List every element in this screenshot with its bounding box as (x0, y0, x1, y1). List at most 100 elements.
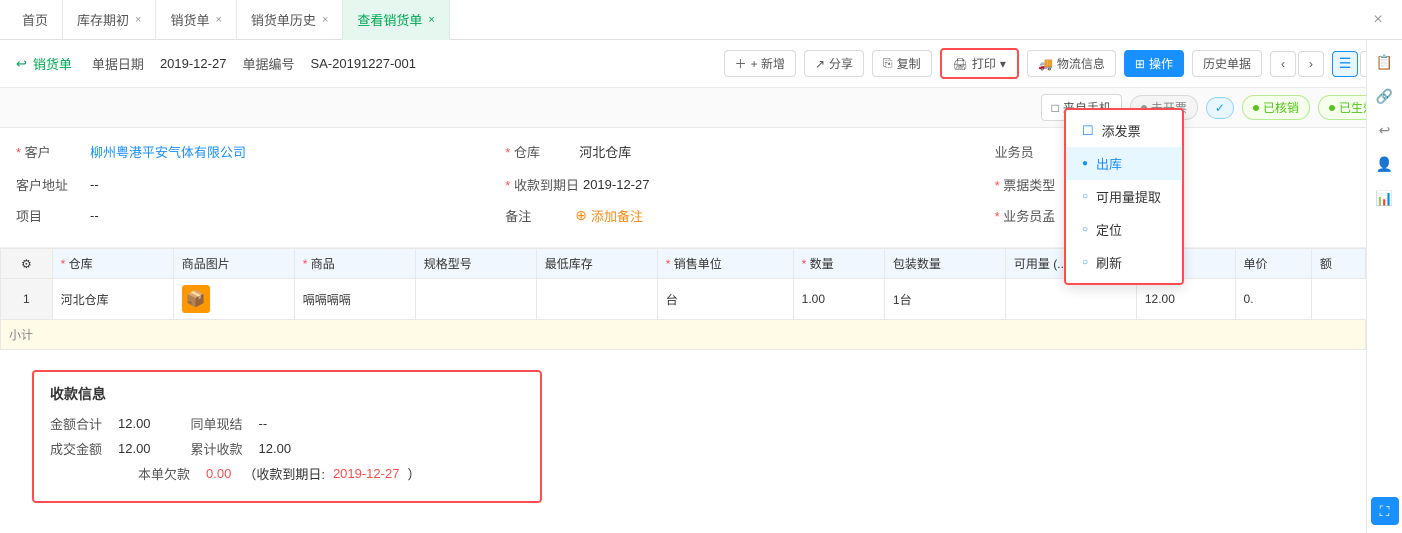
customer-field: 客户 柳州粤港平安气体有限公司 (16, 140, 505, 163)
date-value: 2019-12-27 (160, 56, 227, 71)
print-highlight: 🖨 打印 ▾ (940, 48, 1019, 79)
locate-label: 定位 (1096, 220, 1122, 239)
cancelled-badge[interactable]: 已核销 (1242, 95, 1310, 120)
sidebar-reply-icon[interactable]: ↩ (1371, 116, 1399, 144)
ticket-type-field: 票据类型 不开票 (995, 173, 1386, 196)
same-order-label: 同单现结 (191, 414, 251, 433)
cumulative-value: 12.00 (259, 441, 292, 456)
logistics-button[interactable]: 🚚 物流信息 (1027, 50, 1116, 77)
col-spec: 规格型号 (415, 249, 536, 279)
address-field: 客户地址 -- (16, 175, 505, 194)
tab-home[interactable]: 首页 (8, 0, 63, 40)
row-sales-unit: 台 (657, 279, 793, 320)
operation-button[interactable]: ⊞ 操作 (1124, 50, 1184, 77)
dropdown-refresh[interactable]: ○ 刷新 (1066, 246, 1182, 279)
row-image: 📦 (173, 279, 294, 320)
project-field: 项目 -- (16, 206, 505, 225)
new-button[interactable]: ＋ + 新增 (724, 50, 796, 77)
total-value: 12.00 (118, 416, 151, 431)
sidebar-link-icon[interactable]: 🔗 (1371, 82, 1399, 110)
project-label: 项目 (16, 206, 86, 225)
print-label: 打印 (972, 55, 996, 72)
date-label: 单据日期 (92, 54, 144, 73)
customer-value[interactable]: 柳州粤港平安气体有限公司 (86, 140, 250, 163)
salesperson-field: 业务员孟 -- (995, 206, 1386, 225)
add-remark-label: 添加备注 (591, 206, 643, 225)
doc-actions: ＋ + 新增 ↗ 分享 ⎘ 复制 🖨 打印 ▾ (724, 48, 1386, 79)
tab-view-sales-close[interactable]: × (428, 14, 434, 26)
sidebar-user-icon[interactable]: 👤 (1371, 150, 1399, 178)
product-img: 📦 (182, 285, 210, 313)
history-label: 历史单据 (1203, 55, 1251, 72)
tab-sales-history-close[interactable]: × (322, 14, 328, 26)
list-view-button[interactable]: ☰ (1332, 51, 1358, 77)
history-button[interactable]: 历史单据 (1192, 50, 1262, 77)
col-sales-unit: * 销售单位 (657, 249, 793, 279)
row-warehouse: 河北仓库 (52, 279, 173, 320)
tab-inventory[interactable]: 库存期初 × (63, 0, 156, 40)
same-order-value: -- (259, 416, 268, 431)
dropdown-outbound[interactable]: ● 出库 (1066, 147, 1182, 180)
copy-button[interactable]: ⎘ 复制 (872, 50, 932, 77)
print-icon: 🖨 (953, 57, 968, 71)
due-date-value: 2019-12-27 (579, 175, 654, 194)
row-product: 嗝嗝嗝嗝 (294, 279, 415, 320)
share-button[interactable]: ↗ 分享 (804, 50, 864, 77)
sidebar-expand-icon[interactable]: ⛶ (1371, 497, 1399, 525)
copy-icon: ⎘ (883, 56, 893, 71)
add-remark-button[interactable]: ⊕ 添加备注 (575, 206, 643, 225)
nav-next-button[interactable]: › (1298, 51, 1324, 77)
tab-view-sales[interactable]: 查看销货单 × (343, 0, 449, 40)
tab-sales-label: 销货单 (170, 10, 209, 29)
effective-dot (1329, 105, 1335, 111)
col-quantity: * 数量 (793, 249, 884, 279)
sidebar-chart-icon[interactable]: 📊 (1371, 184, 1399, 212)
owed-label: 本单欠款 (138, 464, 198, 483)
doc-header: ↩ 销货单 单据日期 2019-12-27 单据编号 SA-20191227-0… (0, 40, 1402, 88)
tab-inventory-close[interactable]: × (135, 14, 141, 26)
staff-label: 业务员 (995, 142, 1065, 161)
owed-date: 2019-12-27 (333, 466, 400, 481)
cancelled-dot (1253, 105, 1259, 111)
col-product: * 商品 (294, 249, 415, 279)
payment-row-2: 成交金额 12.00 累计收款 12.00 (50, 439, 524, 458)
nav-prev-button[interactable]: ‹ (1270, 51, 1296, 77)
row-quantity: 1.00 (793, 279, 884, 320)
close-all-button[interactable]: × (1362, 4, 1394, 36)
tab-sales-close[interactable]: × (215, 14, 221, 26)
address-label: 客户地址 (16, 175, 86, 194)
plus-icon: ⊕ (575, 207, 587, 224)
col-warehouse: * 仓库 (52, 249, 173, 279)
project-value: -- (86, 206, 103, 225)
check-icon-badge[interactable]: ✓ (1206, 97, 1234, 119)
owed-end: ） (407, 464, 420, 483)
operation-dropdown: ☐ 添发票 ● 出库 ○ 可用量提取 ○ 定位 ○ 刷新 (1064, 108, 1184, 285)
dropdown-locate[interactable]: ○ 定位 (1066, 213, 1182, 246)
radio-active-icon: ● (1082, 158, 1088, 169)
tab-sales[interactable]: 销货单 × (156, 0, 236, 40)
remark-label: 备注 (505, 206, 575, 225)
payment-row-1: 金额合计 12.00 同单现结 -- (50, 414, 524, 433)
row-unit-price: 0. (1235, 279, 1311, 320)
share-label: 分享 (829, 55, 853, 72)
col-pack-qty: 包装数量 (884, 249, 1005, 279)
doc-meta: 单据日期 2019-12-27 单据编号 SA-20191227-001 (92, 54, 416, 73)
logistics-icon: 🚚 (1038, 57, 1053, 71)
outbound-label: 出库 (1096, 154, 1122, 173)
col-image: 商品图片 (173, 249, 294, 279)
cancelled-label: 已核销 (1263, 99, 1299, 116)
tab-home-label: 首页 (22, 10, 48, 29)
warehouse-field: 仓库 河北仓库 (505, 140, 994, 163)
sidebar-clipboard-icon[interactable]: 📋 (1371, 48, 1399, 76)
cumulative-label: 累计收款 (191, 439, 251, 458)
radio-icon-3: ○ (1082, 257, 1088, 268)
phone-icon: □ (1052, 101, 1059, 115)
warehouse-value: 河北仓库 (575, 140, 635, 163)
due-date-field: 收款到期日 2019-12-27 (505, 175, 994, 194)
doc-icon: ↩ (16, 56, 27, 72)
print-button[interactable]: 🖨 打印 ▾ (943, 51, 1016, 76)
tab-sales-history[interactable]: 销货单历史 × (237, 0, 343, 40)
row-pack-qty: 1台 (884, 279, 1005, 320)
dropdown-available-qty[interactable]: ○ 可用量提取 (1066, 180, 1182, 213)
dropdown-add-invoice[interactable]: ☐ 添发票 (1066, 114, 1182, 147)
